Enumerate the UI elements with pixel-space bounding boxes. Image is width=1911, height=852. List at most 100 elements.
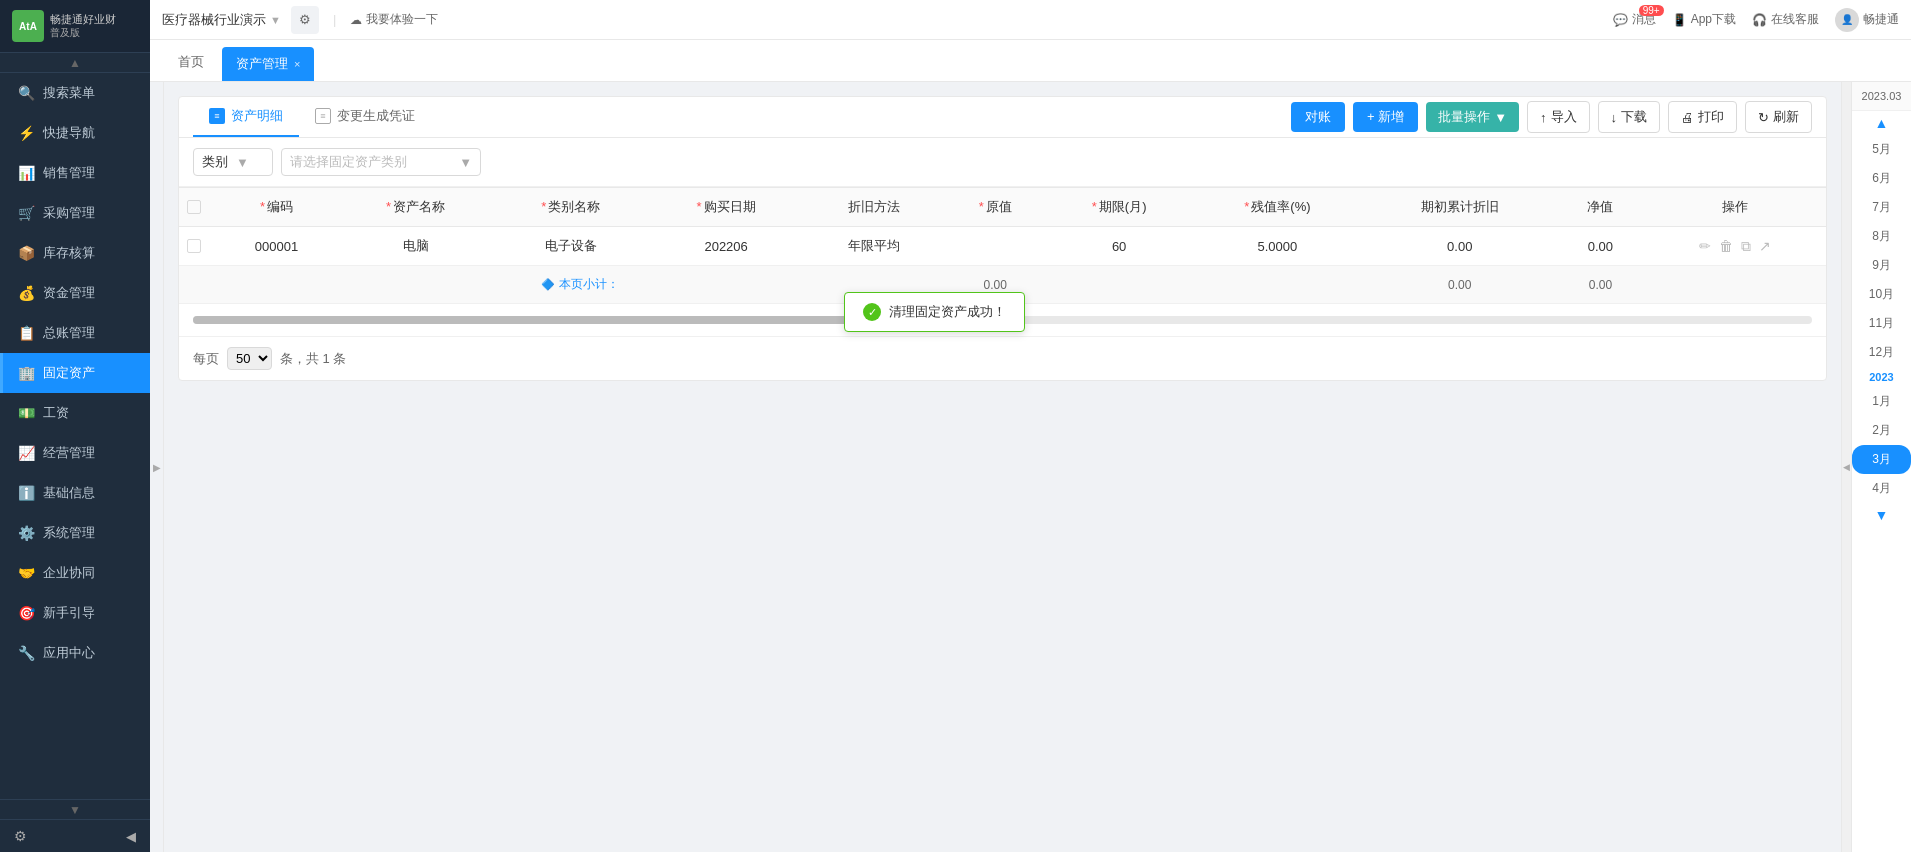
sidebar-item-system[interactable]: ⚙️ 系统管理	[0, 513, 150, 553]
calendar-month-jan-2023[interactable]: 1月	[1852, 387, 1911, 416]
calendar-month-oct[interactable]: 10月	[1852, 280, 1911, 309]
sidebar-item-inventory[interactable]: 📦 库存核算	[0, 233, 150, 273]
settings-icon[interactable]: ⚙	[14, 828, 27, 844]
quicknav-icon: ⚡	[17, 125, 35, 141]
right-panel-toggle[interactable]: ◀	[1841, 82, 1851, 852]
calendar-month-mar-2023[interactable]: 3月	[1852, 445, 1911, 474]
sidebar-nav: 🔍 搜索菜单 ⚡ 快捷导航 📊 销售管理 🛒 采购管理 📦 库存核算 💰 资金管…	[0, 73, 150, 799]
calendar-month-aug[interactable]: 8月	[1852, 222, 1911, 251]
calendar-month-feb-2023[interactable]: 2月	[1852, 416, 1911, 445]
calendar-month-sep[interactable]: 9月	[1852, 251, 1911, 280]
calendar-month-may[interactable]: 5月	[1852, 135, 1911, 164]
app-download-btn[interactable]: 📱 App下载	[1672, 11, 1736, 28]
subtotal-empty3	[1192, 266, 1362, 304]
user-profile[interactable]: 👤 畅捷通	[1835, 8, 1899, 32]
sidebar-item-label: 经营管理	[43, 444, 95, 462]
collab-icon: 🤝	[17, 565, 35, 581]
sidebar-item-guide[interactable]: 🎯 新手引导	[0, 593, 150, 633]
toast-message: 清理固定资产成功！	[889, 303, 1006, 321]
header-purchase-date: *购买日期	[648, 188, 803, 227]
sidebar-item-operations[interactable]: 📈 经营管理	[0, 433, 150, 473]
company-selector[interactable]: 医疗器械行业演示 ▼	[162, 11, 281, 29]
sidebar-item-search[interactable]: 🔍 搜索菜单	[0, 73, 150, 113]
sidebar-item-basic-info[interactable]: ℹ️ 基础信息	[0, 473, 150, 513]
sidebar-item-label: 总账管理	[43, 324, 95, 342]
calendar-month-dec[interactable]: 12月	[1852, 338, 1911, 367]
sidebar-scroll-down[interactable]: ▼	[0, 799, 150, 819]
basic-info-icon: ℹ️	[17, 485, 35, 501]
delete-icon[interactable]: 🗑	[1719, 238, 1733, 254]
calendar-nav-up[interactable]: ▲	[1852, 111, 1911, 135]
download-btn[interactable]: ↓ 下载	[1598, 101, 1661, 133]
sidebar-item-sales[interactable]: 📊 销售管理	[0, 153, 150, 193]
success-icon: ✓	[863, 303, 881, 321]
row-checkbox-cell	[179, 227, 215, 266]
print-btn[interactable]: 🖨 打印	[1668, 101, 1737, 133]
change-voucher-icon: ≡	[315, 108, 331, 124]
sidebar-item-app-center[interactable]: 🔧 应用中心	[0, 633, 150, 673]
experience-text: 我要体验一下	[366, 11, 438, 28]
header-checkbox-cell	[179, 188, 215, 227]
username: 畅捷通	[1863, 11, 1899, 28]
sub-tab-asset-detail[interactable]: ≡ 资产明细	[193, 97, 299, 137]
filter-row: 类别 ▼ 请选择固定资产类别 ▼	[179, 138, 1826, 187]
cell-opening-depreciation: 0.00	[1363, 227, 1557, 266]
category-value-select[interactable]: 请选择固定资产类别 ▼	[281, 148, 481, 176]
sales-icon: 📊	[17, 165, 35, 181]
topbar-divider: |	[333, 12, 336, 27]
subtotal-opening: 0.00	[1363, 266, 1557, 304]
calendar-month-apr-2023[interactable]: 4月	[1852, 474, 1911, 503]
batch-ops-btn[interactable]: 批量操作 ▼	[1426, 102, 1519, 132]
tab-asset-manage[interactable]: 资产管理 ×	[222, 47, 314, 81]
message-btn[interactable]: 💬 消息 99+	[1613, 11, 1656, 28]
sidebar-collapse-btn[interactable]: ◀	[126, 829, 136, 844]
sidebar-item-ledger[interactable]: 📋 总账管理	[0, 313, 150, 353]
app-name: 畅捷通好业财	[50, 12, 116, 26]
asset-detail-label: 资产明细	[231, 107, 283, 125]
subtotal-icon: 🔷	[541, 278, 555, 291]
online-service-btn[interactable]: 🎧 在线客服	[1752, 11, 1819, 28]
copy-icon[interactable]: ⧉	[1741, 238, 1751, 255]
refresh-btn[interactable]: ↻ 刷新	[1745, 101, 1812, 133]
header-action: 操作	[1644, 188, 1826, 227]
more-icon[interactable]: ↗	[1759, 238, 1771, 254]
tab-close-icon[interactable]: ×	[294, 58, 300, 70]
calendar-month-jul[interactable]: 7月	[1852, 193, 1911, 222]
content-main: ≡ 资产明细 ≡ 变更生成凭证 对账 + 新增 批量操作 ▼	[164, 82, 1841, 852]
header-opening-depreciation: 期初累计折旧	[1363, 188, 1557, 227]
table-container: *编码 *资产名称 *类别名称 *购买日期 折旧方法 *原值 *期限(月) *残…	[179, 187, 1826, 304]
header-residual-rate: *残值率(%)	[1192, 188, 1362, 227]
sidebar-item-fixed-assets[interactable]: 🏢 固定资产	[0, 353, 150, 393]
company-settings-btn[interactable]: ⚙	[291, 6, 319, 34]
sub-tab-change-voucher[interactable]: ≡ 变更生成凭证	[299, 97, 431, 137]
sidebar-item-purchase[interactable]: 🛒 采购管理	[0, 193, 150, 233]
per-page-select[interactable]: 50	[227, 347, 272, 370]
calendar-month-nov[interactable]: 11月	[1852, 309, 1911, 338]
reconcile-btn[interactable]: 对账	[1291, 102, 1345, 132]
sidebar-item-quicknav[interactable]: ⚡ 快捷导航	[0, 113, 150, 153]
nav-down-icon: ▼	[1869, 505, 1895, 525]
calendar-nav-down[interactable]: ▼	[1852, 503, 1911, 527]
row-checkbox[interactable]	[187, 239, 201, 253]
download-icon: ↓	[1611, 110, 1618, 125]
guide-icon: 🎯	[17, 605, 35, 621]
sidebar-scroll-up[interactable]: ▲	[0, 53, 150, 73]
edit-icon[interactable]: ✏	[1699, 238, 1711, 254]
tab-home[interactable]: 首页	[164, 45, 218, 81]
sidebar-bottom: ⚙ ◀	[0, 819, 150, 852]
action-icons: ✏ 🗑 ⧉ ↗	[1652, 238, 1818, 255]
sidebar-item-payroll[interactable]: 💵 工资	[0, 393, 150, 433]
sidebar-item-label: 资金管理	[43, 284, 95, 302]
new-btn[interactable]: + 新增	[1353, 102, 1418, 132]
category-select[interactable]: 类别 ▼	[193, 148, 273, 176]
experience-link[interactable]: ☁ 我要体验一下	[350, 11, 438, 28]
select-all-checkbox[interactable]	[187, 200, 201, 214]
right-panel-toggle-strip[interactable]: ▶	[150, 82, 164, 852]
sidebar-item-label: 快捷导航	[43, 124, 95, 142]
total-label: 条，共 1 条	[280, 350, 346, 368]
sidebar-item-funds[interactable]: 💰 资金管理	[0, 273, 150, 313]
calendar-month-jun[interactable]: 6月	[1852, 164, 1911, 193]
sidebar-item-collab[interactable]: 🤝 企业协同	[0, 553, 150, 593]
import-btn[interactable]: ↑ 导入	[1527, 101, 1590, 133]
cell-purchase-date: 202206	[648, 227, 803, 266]
